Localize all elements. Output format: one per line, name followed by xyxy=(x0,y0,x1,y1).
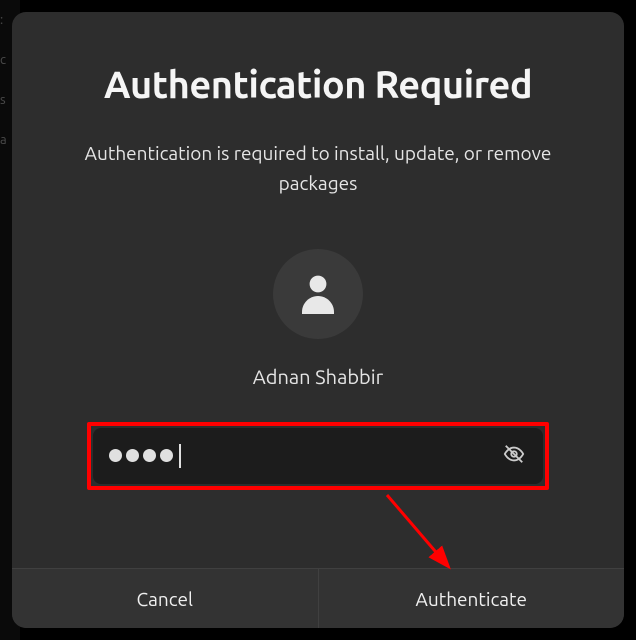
dialog-content: Authentication Required Authentication i… xyxy=(12,12,624,568)
dialog-subtitle: Authentication is required to install, u… xyxy=(73,138,563,199)
password-mask xyxy=(109,444,181,468)
cancel-button[interactable]: Cancel xyxy=(12,569,319,628)
eye-off-icon[interactable] xyxy=(503,443,525,469)
dialog-buttons: Cancel Authenticate xyxy=(12,568,624,628)
user-icon xyxy=(294,268,342,320)
user-avatar xyxy=(273,249,363,339)
username-label: Adnan Shabbir xyxy=(253,365,383,388)
text-cursor xyxy=(179,444,181,468)
password-input[interactable] xyxy=(93,428,543,484)
authenticate-button[interactable]: Authenticate xyxy=(319,569,625,628)
dialog-title: Authentication Required xyxy=(104,64,532,106)
auth-dialog: Authentication Required Authentication i… xyxy=(12,12,624,628)
